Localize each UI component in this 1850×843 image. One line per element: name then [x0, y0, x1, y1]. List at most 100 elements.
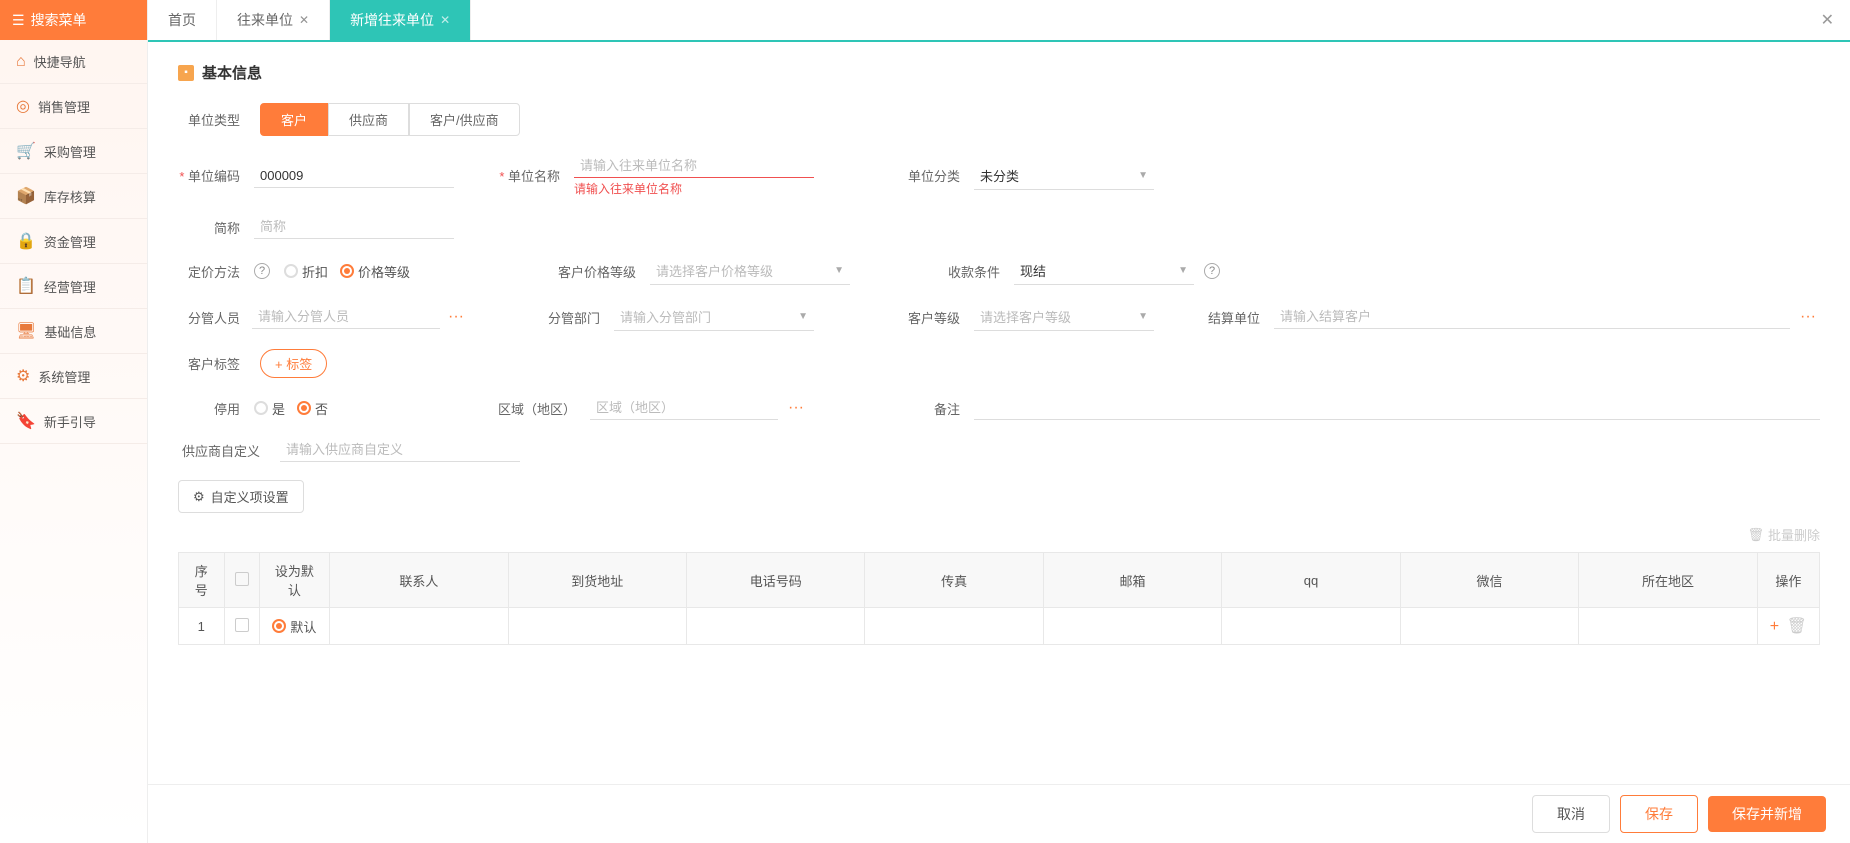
supplier-custom-input[interactable]: [280, 438, 520, 462]
col-checkbox: [224, 553, 259, 608]
category-chevron-icon: ▼: [1138, 170, 1148, 181]
manager-more-icon[interactable]: ···: [444, 308, 468, 326]
row-default-radio-label[interactable]: 默认: [270, 617, 320, 636]
main-area: 首页 往来单位 ✕ 新增往来单位 ✕ ✕ ▪ 基本信息 单位类型 客户 供应商: [148, 0, 1850, 843]
type-btn-both[interactable]: 客户/供应商: [409, 103, 520, 136]
short-name-label: 简称: [178, 218, 248, 237]
sidebar-item-quick-nav[interactable]: ⌂ 快捷导航: [0, 40, 147, 84]
sidebar-item-finance[interactable]: 🔒 资金管理: [0, 219, 147, 264]
customer-price-select[interactable]: 请选择客户价格等级 ▼: [650, 257, 850, 285]
bottom-action-bar: 取消 保存 保存并新增: [148, 784, 1850, 843]
window-close-button[interactable]: ✕: [1805, 0, 1850, 40]
short-name-input[interactable]: [254, 215, 454, 239]
select-all-checkbox[interactable]: [235, 572, 249, 586]
row-checkbox[interactable]: [235, 618, 249, 632]
save-button[interactable]: 保存: [1620, 795, 1698, 833]
section-basic-info: ▪ 基本信息: [178, 62, 1820, 83]
purchase-icon: 🛒: [16, 141, 36, 161]
save-new-button[interactable]: 保存并新增: [1708, 796, 1826, 832]
region-more-icon[interactable]: ···: [784, 399, 808, 417]
row-email-input[interactable]: [1054, 619, 1211, 634]
row-contact-cell: [330, 608, 508, 645]
row-qq-input[interactable]: [1232, 619, 1390, 634]
supplier-custom-label: 供应商自定义: [178, 441, 268, 460]
disabled-region-row: 停用 是 否 区域（地区） ··· 备注: [178, 396, 1820, 420]
unit-name-error: 请输入往来单位名称: [574, 180, 814, 197]
col-address: 到货地址: [508, 553, 686, 608]
row-action-cell: + 🗑: [1757, 608, 1819, 645]
custom-settings-button[interactable]: ⚙ 自定义项设置: [178, 480, 304, 513]
row-add-button[interactable]: +: [1768, 618, 1781, 635]
type-btn-customer[interactable]: 客户: [260, 103, 328, 136]
col-email: 邮箱: [1043, 553, 1221, 608]
region-label: 区域（地区）: [498, 399, 584, 418]
department-chevron-icon: ▼: [798, 311, 808, 322]
add-tag-button[interactable]: + 标签: [260, 349, 327, 378]
search-menu-button[interactable]: ☰ 搜索菜单: [0, 0, 147, 40]
manager-label: 分管人员: [178, 308, 248, 327]
unit-code-input[interactable]: [254, 164, 454, 188]
guide-icon: 🔖: [16, 411, 36, 431]
region-input[interactable]: [590, 396, 778, 420]
row-wechat-input[interactable]: [1411, 619, 1568, 634]
payment-terms-label: 收款条件: [938, 262, 1008, 281]
disabled-yes-option[interactable]: 是: [254, 399, 285, 418]
unit-name-input[interactable]: [574, 154, 814, 178]
pricing-radio-group: 折扣 价格等级: [284, 262, 410, 281]
row-fax-input[interactable]: [875, 619, 1032, 634]
row-region-input[interactable]: [1589, 619, 1746, 634]
row-checkbox-cell: [224, 608, 259, 645]
settlement-more-icon[interactable]: ···: [1796, 308, 1820, 326]
col-action: 操作: [1757, 553, 1819, 608]
col-index: 序号: [179, 553, 225, 608]
table-row: 1 默认: [179, 608, 1820, 645]
row-phone-input[interactable]: [697, 619, 854, 634]
table-header-row: 序号 设为默认 联系人 到货地址 电话号码 传真 邮箱 qq 微信 所在地区 操…: [179, 553, 1820, 608]
tab-partner[interactable]: 往来单位 ✕: [217, 0, 330, 40]
sidebar-item-inventory[interactable]: 📦 库存核算: [0, 174, 147, 219]
row-address-input[interactable]: [519, 619, 676, 634]
pricing-help-icon[interactable]: ?: [254, 263, 270, 279]
department-select[interactable]: 请输入分管部门 ▼: [614, 303, 814, 331]
disabled-yes-radio: [254, 401, 268, 415]
settlement-input[interactable]: [1274, 305, 1790, 329]
remark-input[interactable]: [974, 396, 1820, 420]
tab-new-partner-close[interactable]: ✕: [440, 13, 450, 27]
unit-category-label: 单位分类: [898, 166, 968, 185]
row-delete-button[interactable]: 🗑: [1785, 618, 1809, 635]
sidebar-item-system[interactable]: ⚙ 系统管理: [0, 354, 147, 399]
sidebar-item-purchase[interactable]: 🛒 采购管理: [0, 129, 147, 174]
sidebar-item-sales[interactable]: ◎ 销售管理: [0, 84, 147, 129]
disabled-no-option[interactable]: 否: [297, 399, 328, 418]
tab-partner-close[interactable]: ✕: [299, 13, 309, 27]
tab-home[interactable]: 首页: [148, 0, 217, 40]
col-region: 所在地区: [1579, 553, 1757, 608]
row-contact-input[interactable]: [340, 619, 497, 634]
row-default-radio: [272, 619, 286, 633]
pricing-discount-option[interactable]: 折扣: [284, 262, 328, 281]
row-address-cell: [508, 608, 686, 645]
payment-help-icon[interactable]: ?: [1204, 263, 1220, 279]
finance-icon: 🔒: [16, 231, 36, 251]
cancel-button[interactable]: 取消: [1532, 795, 1610, 833]
pricing-level-option[interactable]: 价格等级: [340, 262, 410, 281]
inventory-icon: 📦: [16, 186, 36, 206]
customer-price-label: 客户价格等级: [558, 262, 644, 281]
manager-input[interactable]: [252, 305, 440, 329]
form-content: ▪ 基本信息 单位类型 客户 供应商 客户/供应商 单位编码 单位名称: [148, 42, 1850, 784]
supplier-custom-row: 供应商自定义: [178, 438, 1820, 462]
contact-table: 序号 设为默认 联系人 到货地址 电话号码 传真 邮箱 qq 微信 所在地区 操…: [178, 552, 1820, 645]
batch-delete-icon: 🗑: [1747, 527, 1764, 543]
customer-level-select[interactable]: 请选择客户等级 ▼: [974, 303, 1154, 331]
sidebar-item-basic-info[interactable]: 🖥 基础信息: [0, 309, 147, 354]
payment-terms-select[interactable]: 现结 ▼: [1014, 257, 1194, 285]
remark-label: 备注: [898, 399, 968, 418]
system-icon: ⚙: [16, 366, 30, 386]
tab-new-partner[interactable]: 新增往来单位 ✕: [330, 0, 471, 40]
unit-category-select[interactable]: 未分类 ▼: [974, 162, 1154, 190]
sidebar-item-operation[interactable]: 📋 经营管理: [0, 264, 147, 309]
sidebar-item-guide[interactable]: 🔖 新手引导: [0, 399, 147, 444]
tab-bar: 首页 往来单位 ✕ 新增往来单位 ✕ ✕: [148, 0, 1850, 42]
type-btn-supplier[interactable]: 供应商: [328, 103, 409, 136]
customer-level-label: 客户等级: [898, 308, 968, 327]
